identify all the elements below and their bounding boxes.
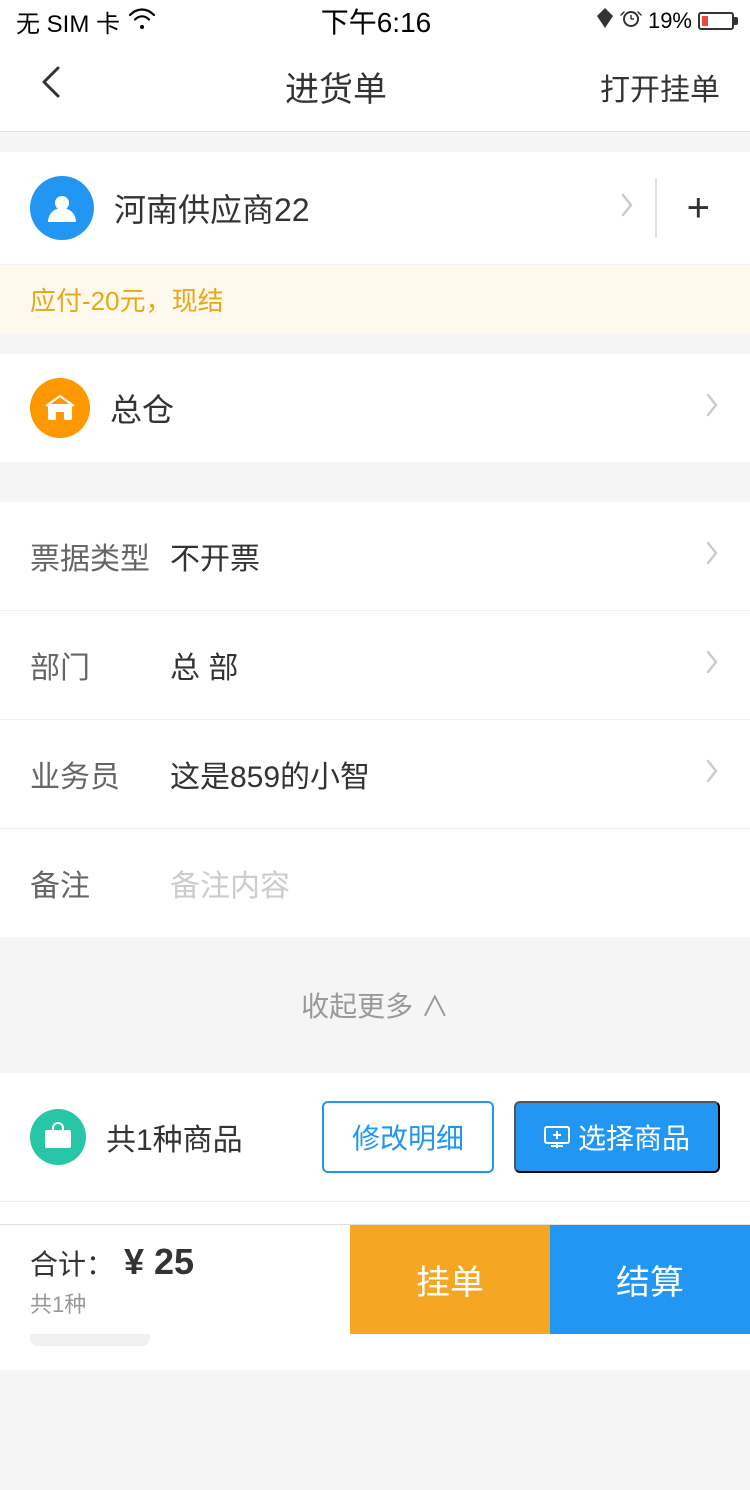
form-section: 票据类型 不开票 部门 总 部 业务员 这是859的小智 备注 备注内容 — [0, 502, 750, 937]
invoice-type-row[interactable]: 票据类型 不开票 — [0, 502, 750, 611]
settle-button[interactable]: 结算 — [550, 1225, 750, 1334]
back-button[interactable] — [30, 54, 72, 119]
product-header: 共1种商品 修改明细 选择商品 — [0, 1073, 750, 1201]
edit-detail-button[interactable]: 修改明细 — [322, 1101, 494, 1173]
wifi-icon — [128, 7, 156, 36]
page-title: 进货单 — [285, 62, 387, 111]
department-label: 部门 — [30, 643, 170, 687]
note-label: 备注 — [30, 861, 170, 905]
salesman-value: 这是859的小智 — [170, 752, 704, 796]
battery-icon — [698, 12, 734, 30]
note-value[interactable]: 备注内容 — [170, 861, 720, 905]
footer: 合计： ¥ 25 共1种 挂单 结算 — [0, 1224, 750, 1334]
supplier-chevron-icon — [619, 191, 635, 226]
total-amount: ¥ 25 — [124, 1241, 194, 1283]
battery-percent: 19% — [648, 8, 692, 34]
status-right: 19% — [596, 7, 734, 35]
hang-button[interactable]: 挂单 — [350, 1225, 550, 1334]
total-sub: 共1种 — [30, 1287, 320, 1319]
add-supplier-button[interactable]: + — [677, 186, 720, 231]
department-value: 总 部 — [170, 643, 704, 687]
warehouse-row[interactable]: 总仓 — [0, 354, 750, 462]
salesman-row[interactable]: 业务员 这是859的小智 — [0, 720, 750, 829]
salesman-chevron-icon — [704, 757, 720, 792]
collapse-toggle[interactable]: 收起更多 ∧ — [0, 957, 750, 1053]
warehouse-icon — [30, 378, 90, 438]
product-icon — [30, 1109, 86, 1165]
warehouse-name: 总仓 — [110, 385, 704, 431]
invoice-type-value: 不开票 — [170, 534, 704, 578]
status-left: 无 SIM 卡 — [16, 4, 156, 39]
warehouse-chevron-icon — [704, 391, 720, 426]
location-icon — [596, 7, 614, 35]
select-product-label: 选择商品 — [578, 1117, 690, 1157]
warehouse-section: 总仓 — [0, 354, 750, 462]
supplier-row[interactable]: 河南供应商22 + — [0, 152, 750, 265]
invoice-type-chevron-icon — [704, 539, 720, 574]
supplier-divider — [655, 178, 657, 238]
total-label: 合计： — [30, 1243, 114, 1283]
supplier-avatar — [30, 176, 94, 240]
product-count: 共1种商品 — [106, 1115, 322, 1159]
supplier-section: 河南供应商22 + 应付-20元，现结 — [0, 152, 750, 334]
status-bar: 无 SIM 卡 下午6:16 19% — [0, 0, 750, 42]
status-time: 下午6:16 — [321, 1, 432, 41]
note-row[interactable]: 备注 备注内容 — [0, 829, 750, 937]
nav-bar: 进货单 打开挂单 — [0, 42, 750, 132]
carrier-text: 无 SIM 卡 — [16, 4, 120, 39]
supplier-notice: 应付-20元，现结 — [0, 265, 750, 334]
footer-total: 合计： ¥ 25 共1种 — [0, 1225, 350, 1334]
open-hang-button[interactable]: 打开挂单 — [600, 65, 720, 109]
salesman-label: 业务员 — [30, 752, 170, 796]
select-product-button[interactable]: 选择商品 — [514, 1101, 720, 1173]
invoice-type-label: 票据类型 — [30, 534, 170, 578]
department-chevron-icon — [704, 648, 720, 683]
supplier-name: 河南供应商22 — [114, 185, 619, 231]
alarm-icon — [620, 7, 642, 35]
department-row[interactable]: 部门 总 部 — [0, 611, 750, 720]
